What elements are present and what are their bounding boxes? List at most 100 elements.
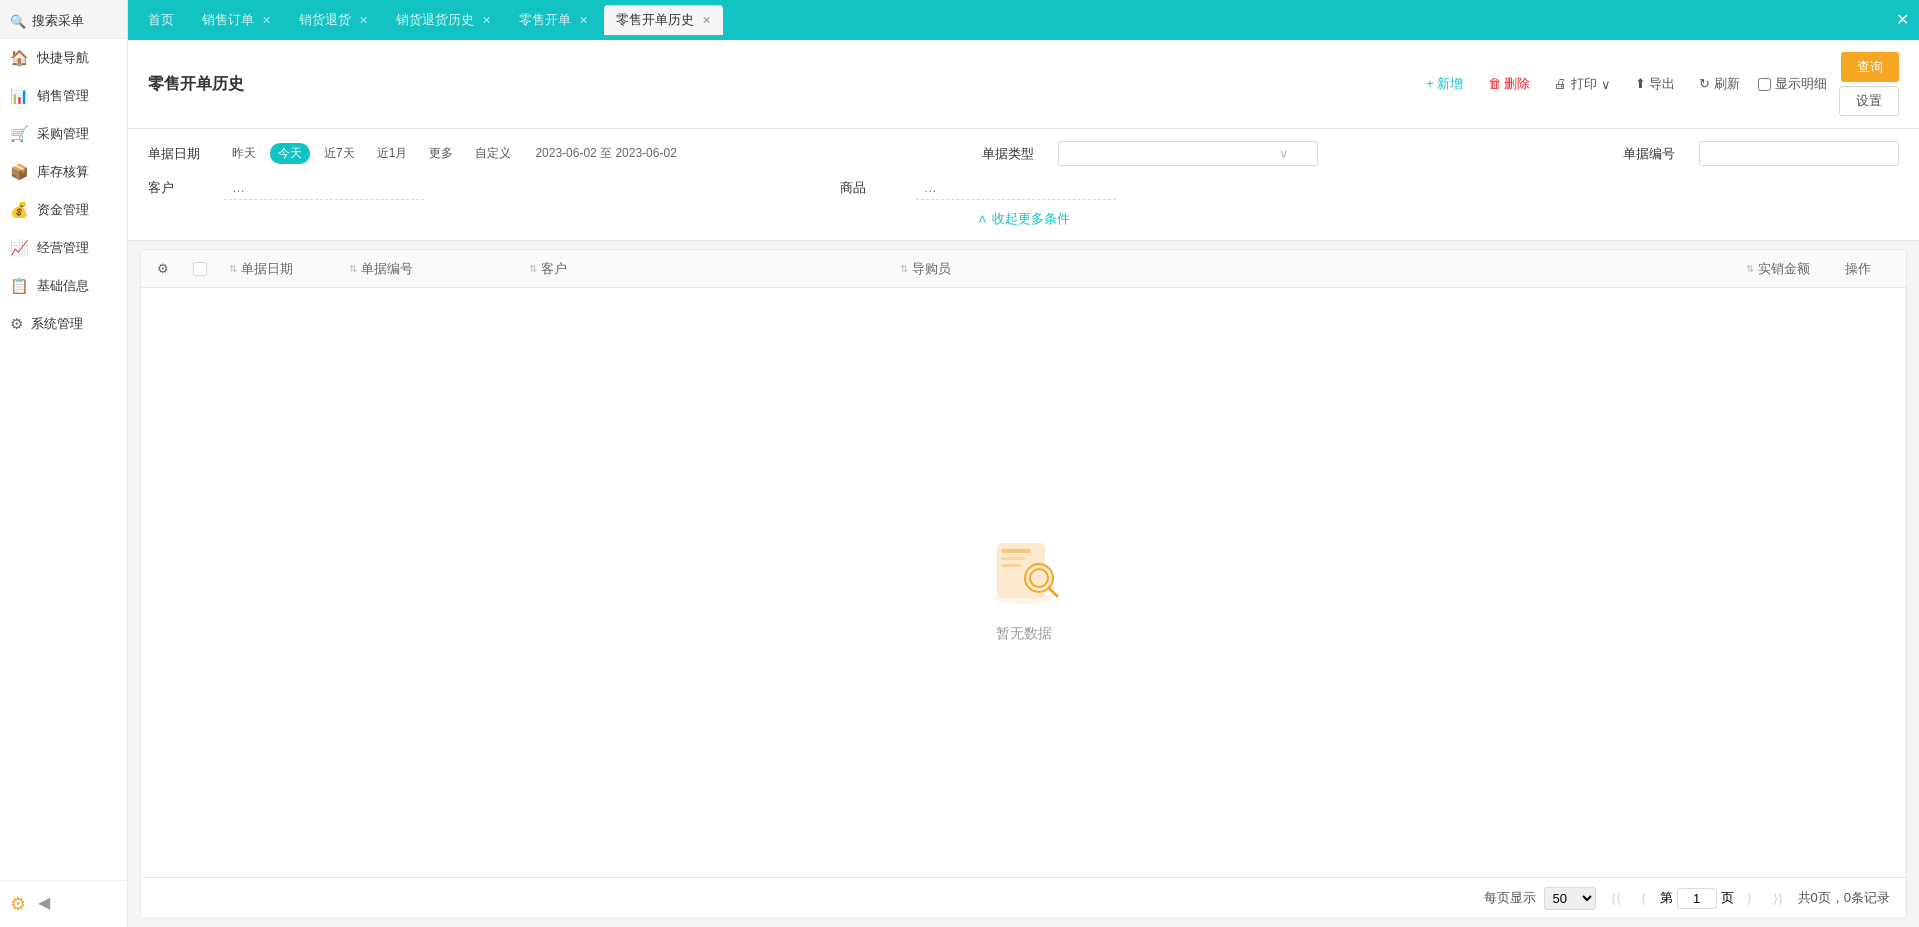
tab-retail-open[interactable]: 零售开单 ✕: [507, 5, 600, 35]
th-guide: ⇅ 导购员: [892, 260, 992, 278]
tab-retail-open-history-close[interactable]: ✕: [702, 14, 711, 27]
tab-sales-return[interactable]: 销货退货 ✕: [287, 5, 380, 35]
date-btn-yesterday[interactable]: 昨天: [224, 143, 264, 164]
tab-retail-open-close[interactable]: ✕: [579, 14, 588, 27]
query-button[interactable]: 查询: [1841, 52, 1899, 82]
refresh-button[interactable]: ↻ 刷新: [1693, 71, 1746, 97]
th-customer-sort-icon[interactable]: ⇅: [529, 263, 537, 274]
prev-page-btn[interactable]: ⟨: [1632, 886, 1656, 910]
show-detail-label: 显示明细: [1775, 75, 1827, 93]
export-button[interactable]: ⬆ 导出: [1629, 71, 1682, 97]
sidebar-item-sys-mgmt[interactable]: ⚙ 系统管理: [0, 305, 127, 343]
main-area: 首页 销售订单 ✕ 销货退货 ✕ 销货退货历史 ✕ 零售开单 ✕ 零售开单历史 …: [128, 0, 1919, 927]
sidebar-item-quick-nav[interactable]: 🏠 快捷导航: [0, 39, 127, 77]
customer-label: 客户: [148, 179, 208, 197]
per-page-select[interactable]: 10 20 50 100: [1544, 887, 1596, 910]
empty-text: 暂无数据: [996, 625, 1052, 643]
sidebar-item-sales-mgmt[interactable]: 📊 销售管理: [0, 77, 127, 115]
th-checkbox[interactable]: [185, 262, 221, 276]
show-detail-checkbox[interactable]: 显示明细: [1758, 75, 1827, 93]
add-button[interactable]: + 新增: [1420, 71, 1469, 97]
doc-no-input[interactable]: [1699, 141, 1899, 166]
th-guide-label: 导购员: [912, 260, 951, 278]
product-label: 商品: [840, 179, 900, 197]
filter-row-1: 单据日期 昨天 今天 近7天 近1月 更多 自定义 2023-06-02 至 2…: [148, 141, 1899, 166]
window-close-btn[interactable]: ✕: [1896, 10, 1909, 29]
table-body: 暂无数据: [141, 288, 1906, 877]
print-arrow-icon: ∨: [1601, 77, 1611, 92]
sidebar-settings-icon[interactable]: ⚙: [10, 893, 26, 915]
tab-sales-return-close[interactable]: ✕: [359, 14, 368, 27]
page-number-input[interactable]: [1677, 888, 1717, 909]
tab-retail-open-history[interactable]: 零售开单历史 ✕: [604, 5, 723, 35]
th-settings[interactable]: ⚙: [149, 261, 185, 276]
delete-button[interactable]: 🗑 删除: [1482, 71, 1537, 97]
th-customer-label: 客户: [541, 260, 567, 278]
collapse-label: ∧ 收起更多条件: [977, 210, 1070, 228]
tab-retail-open-history-label: 零售开单历史: [616, 11, 694, 29]
total-info: 共0页，0条记录: [1798, 889, 1890, 907]
th-guide-sort-icon[interactable]: ⇅: [900, 263, 908, 274]
sidebar-item-operations[interactable]: 📈 经营管理: [0, 229, 127, 267]
settings-button[interactable]: 设置: [1839, 86, 1899, 116]
filter-area: 单据日期 昨天 今天 近7天 近1月 更多 自定义 2023-06-02 至 2…: [128, 129, 1919, 241]
th-amount-sort-icon[interactable]: ⇅: [1746, 263, 1754, 274]
basic-info-icon: 📋: [10, 277, 29, 295]
first-page-btn[interactable]: ⟨⟨: [1604, 886, 1628, 910]
sidebar-item-label: 快捷导航: [37, 49, 89, 67]
table-settings-icon[interactable]: ⚙: [157, 261, 169, 276]
sidebar-item-inventory[interactable]: 📦 库存核算: [0, 153, 127, 191]
th-date: ⇅ 单据日期: [221, 260, 341, 278]
th-date-sort-icon[interactable]: ⇅: [229, 263, 237, 274]
sidebar-item-label: 销售管理: [37, 87, 89, 105]
product-input[interactable]: [916, 176, 1116, 200]
sidebar-search[interactable]: 🔍 搜索采单: [0, 0, 127, 39]
tab-sales-return-label: 销货退货: [299, 11, 351, 29]
tab-home-label: 首页: [148, 11, 174, 29]
date-buttons: 昨天 今天 近7天 近1月 更多 自定义: [224, 143, 519, 164]
date-btn-7days[interactable]: 近7天: [316, 143, 363, 164]
tab-sales-order[interactable]: 销售订单 ✕: [190, 5, 283, 35]
tab-home[interactable]: 首页: [136, 5, 186, 35]
page-title: 零售开单历史: [148, 74, 244, 107]
print-button[interactable]: 🖨 打印 ∨: [1548, 71, 1617, 97]
date-btn-more[interactable]: 更多: [421, 143, 461, 164]
sidebar-collapse-icon[interactable]: ◀: [38, 893, 50, 915]
empty-illustration-svg: [979, 523, 1069, 613]
sidebar-search-label: 搜索采单: [32, 12, 84, 30]
th-action-label: 操作: [1845, 260, 1871, 278]
tab-sales-return-history[interactable]: 销货退货历史 ✕: [384, 5, 503, 35]
tab-retail-open-label: 零售开单: [519, 11, 571, 29]
th-order-no-sort-icon[interactable]: ⇅: [349, 263, 357, 274]
page-navigation: ⟨⟨ ⟨ 第 页 ⟩ ⟩⟩: [1604, 886, 1790, 910]
show-detail-input[interactable]: [1758, 78, 1771, 91]
doc-no-label: 单据编号: [1623, 145, 1683, 163]
tab-sales-order-close[interactable]: ✕: [262, 14, 271, 27]
next-page-icon: ⟩: [1747, 891, 1752, 906]
svg-rect-2: [1001, 549, 1031, 553]
sidebar-item-label: 库存核算: [37, 163, 89, 181]
last-page-btn[interactable]: ⟩⟩: [1766, 886, 1790, 910]
date-btn-1month[interactable]: 近1月: [369, 143, 416, 164]
sidebar-item-finance[interactable]: 💰 资金管理: [0, 191, 127, 229]
table-header: ⚙ ⇅ 单据日期 ⇅ 单据编号 ⇅ 客户 ⇅: [141, 250, 1906, 288]
tab-sales-return-history-close[interactable]: ✕: [482, 14, 491, 27]
customer-input[interactable]: [224, 176, 424, 200]
doc-type-select[interactable]: ∨: [1058, 141, 1318, 166]
home-icon: 🏠: [10, 49, 29, 67]
dropdown-icon: ∨: [1279, 146, 1289, 161]
sidebar-item-basic-info[interactable]: 📋 基础信息: [0, 267, 127, 305]
topbar: 首页 销售订单 ✕ 销货退货 ✕ 销货退货历史 ✕ 零售开单 ✕ 零售开单历史 …: [128, 0, 1919, 40]
operations-icon: 📈: [10, 239, 29, 257]
date-btn-today[interactable]: 今天: [270, 143, 310, 164]
th-order-no: ⇅ 单据编号: [341, 260, 521, 278]
svg-line-7: [1049, 588, 1057, 596]
first-page-icon: ⟨⟨: [1611, 891, 1621, 906]
filter-row-2: 客户 商品: [148, 176, 1899, 200]
sidebar-item-purchase-mgmt[interactable]: 🛒 采购管理: [0, 115, 127, 153]
select-all-checkbox[interactable]: [193, 262, 207, 276]
next-page-btn[interactable]: ⟩: [1738, 886, 1762, 910]
date-btn-custom[interactable]: 自定义: [467, 143, 519, 164]
collapse-button[interactable]: ∧ 收起更多条件: [148, 210, 1899, 228]
sidebar-item-label: 资金管理: [37, 201, 89, 219]
